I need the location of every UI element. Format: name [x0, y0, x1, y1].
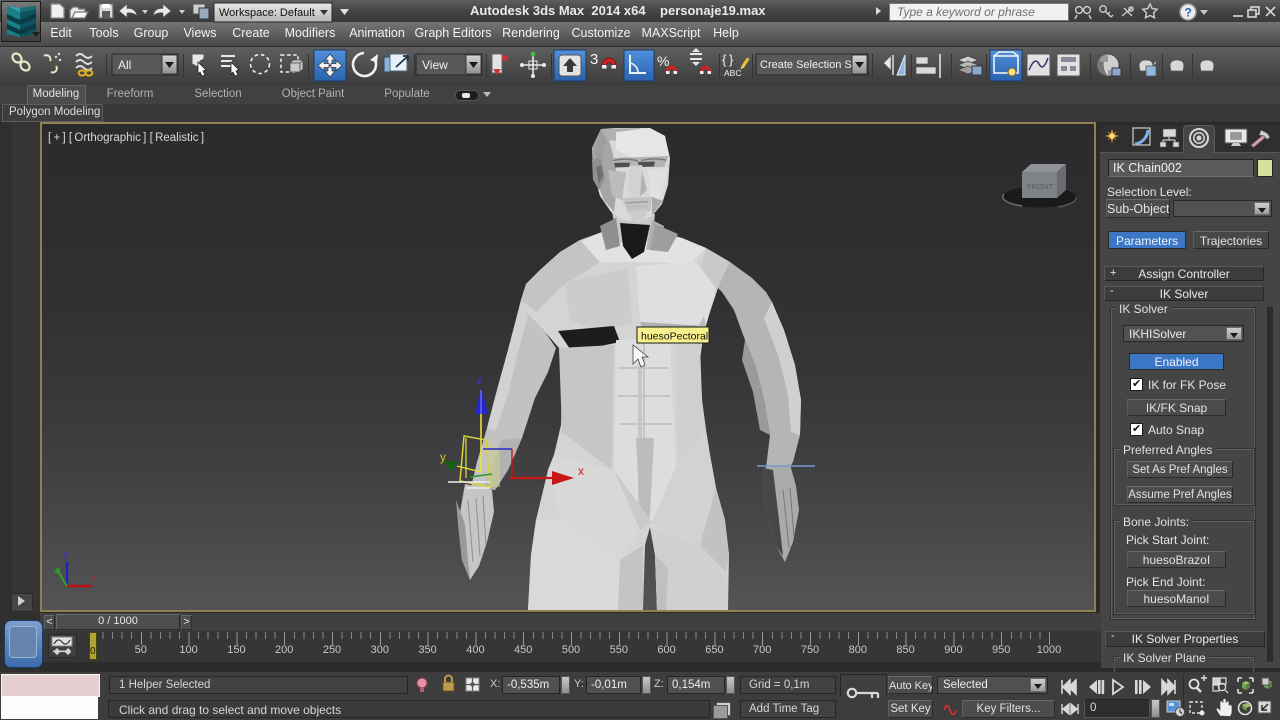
svg-text:ABC: ABC: [724, 68, 741, 78]
svg-text:Create Selection Se: Create Selection Se: [760, 59, 858, 71]
svg-text:{ }: { }: [722, 52, 734, 67]
svg-text:huesoPectoral: huesoPectoral: [641, 331, 708, 343]
svg-text:x: x: [92, 573, 97, 584]
svg-text:3: 3: [590, 51, 598, 68]
svg-text:z: z: [477, 376, 482, 387]
svg-text:View: View: [422, 58, 448, 72]
svg-text:Workspace: Default: Workspace: Default: [219, 7, 315, 19]
svg-text:y: y: [440, 450, 446, 464]
svg-text:?: ?: [1185, 6, 1192, 20]
svg-text:z: z: [63, 550, 68, 561]
svg-text:%: %: [657, 53, 669, 69]
svg-text:x: x: [578, 464, 584, 478]
svg-text:All: All: [118, 58, 131, 72]
svg-text:FRONT: FRONT: [1027, 182, 1053, 191]
